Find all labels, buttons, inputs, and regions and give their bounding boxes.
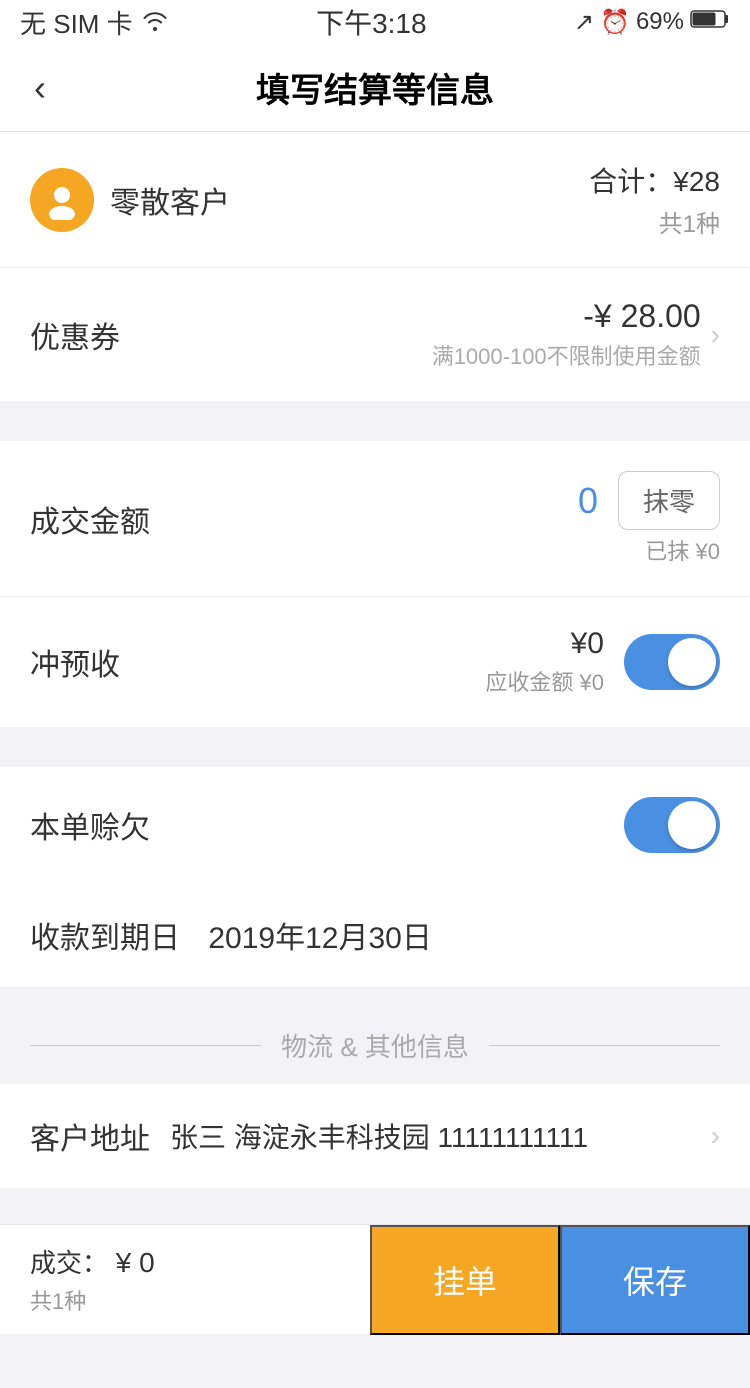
due-date-label: 收款到期日 — [30, 922, 180, 955]
customer-left: 零散客户 — [30, 168, 230, 232]
customer-row: 零散客户 合计：¥28 共1种 — [0, 132, 750, 267]
transaction-right: 0 抹零 已抹 ¥0 — [578, 471, 720, 566]
divider-2 — [0, 747, 750, 767]
coupon-row[interactable]: 优惠券 -¥ 28.00 满1000-100不限制使用金额 › — [0, 267, 750, 401]
save-button[interactable]: 保存 — [560, 1225, 750, 1335]
divider-1 — [0, 421, 750, 441]
credit-label: 本单赊欠 — [30, 803, 150, 847]
credit-row: 本单赊欠 — [0, 767, 750, 883]
footer: 成交： ¥ 0 共1种 挂单 保存 — [0, 1224, 750, 1334]
pre-received-amount: ¥0 — [485, 627, 604, 661]
due-date-value: 2019年12月30日 — [208, 922, 431, 955]
round-button[interactable]: 抹零 — [618, 471, 720, 530]
transaction-amount-row: 成交金额 0 抹零 已抹 ¥0 — [0, 441, 750, 596]
coupon-label: 优惠券 — [30, 313, 120, 357]
coupon-discount: -¥ 28.00 — [432, 298, 701, 335]
credit-toggle[interactable] — [624, 797, 720, 853]
footer-deal-amount: ¥ 0 — [116, 1247, 155, 1278]
address-row[interactable]: 客户地址 张三 海淀永丰科技园 11111111111 › — [0, 1084, 750, 1188]
transaction-section: 成交金额 0 抹零 已抹 ¥0 冲预收 ¥0 应收金额 ¥0 — [0, 441, 750, 727]
credit-toggle-knob — [668, 801, 716, 849]
customer-name: 零散客户 — [110, 178, 230, 222]
status-left: 无 SIM 卡 — [20, 4, 169, 41]
footer-deal-line: 成交： ¥ 0 — [30, 1243, 340, 1280]
logistics-divider: 物流 & 其他信息 — [0, 1007, 750, 1084]
transaction-value: 0 — [578, 480, 598, 522]
status-bar: 无 SIM 卡 下午3:18 ↗ ⏰ 69% — [0, 0, 750, 44]
due-date-row: 收款到期日 2019年12月30日 — [0, 883, 750, 987]
avatar — [30, 168, 94, 232]
logistics-line-left — [30, 1045, 261, 1046]
pre-received-row: 冲预收 ¥0 应收金额 ¥0 — [0, 596, 750, 727]
back-button[interactable]: ‹ — [24, 57, 56, 119]
nav-bar: ‹ 填写结算等信息 — [0, 44, 750, 132]
footer-count: 共1种 — [30, 1284, 340, 1316]
coupon-description: 满1000-100不限制使用金额 — [432, 339, 701, 371]
address-chevron-icon: › — [711, 1120, 720, 1152]
location-icon: ↗ — [574, 8, 594, 37]
transaction-label: 成交金额 — [30, 497, 150, 541]
pre-received-block: ¥0 应收金额 ¥0 — [485, 627, 604, 697]
round-sub-text: 已抹 ¥0 — [578, 534, 720, 566]
battery-icon — [690, 8, 730, 36]
total-price: 合计：¥28 — [589, 160, 720, 200]
logistics-label: 物流 & 其他信息 — [281, 1027, 469, 1064]
status-right: ↗ ⏰ 69% — [574, 8, 730, 37]
total-count: 共1种 — [589, 204, 720, 239]
nav-title: 填写结算等信息 — [256, 63, 494, 112]
toggle-knob — [668, 638, 716, 686]
pre-received-right: ¥0 应收金额 ¥0 — [485, 627, 720, 697]
coupon-value-block: -¥ 28.00 满1000-100不限制使用金额 — [432, 298, 701, 371]
hang-button[interactable]: 挂单 — [370, 1225, 560, 1335]
footer-deal-label: 成交： — [30, 1248, 108, 1278]
address-label: 客户地址 — [30, 1114, 150, 1158]
wifi-icon — [141, 7, 169, 38]
alarm-icon: ⏰ — [600, 8, 630, 37]
customer-right: 合计：¥28 共1种 — [589, 160, 720, 239]
coupon-chevron-icon: › — [711, 319, 720, 351]
pre-received-sub: 应收金额 ¥0 — [485, 665, 604, 697]
coupon-right: -¥ 28.00 满1000-100不限制使用金额 › — [432, 298, 720, 371]
footer-info: 成交： ¥ 0 共1种 — [0, 1243, 370, 1316]
address-value: 张三 海淀永丰科技园 11111111111 — [170, 1116, 711, 1156]
pre-received-toggle[interactable] — [624, 634, 720, 690]
credit-section: 本单赊欠 收款到期日 2019年12月30日 — [0, 767, 750, 987]
pre-received-label: 冲预收 — [30, 640, 120, 684]
status-time: 下午3:18 — [316, 2, 427, 42]
battery-text: 69% — [636, 8, 684, 36]
carrier-text: 无 SIM 卡 — [20, 4, 133, 41]
logistics-line-right — [489, 1045, 720, 1046]
customer-section: 零散客户 合计：¥28 共1种 优惠券 -¥ 28.00 满1000-100不限… — [0, 132, 750, 401]
